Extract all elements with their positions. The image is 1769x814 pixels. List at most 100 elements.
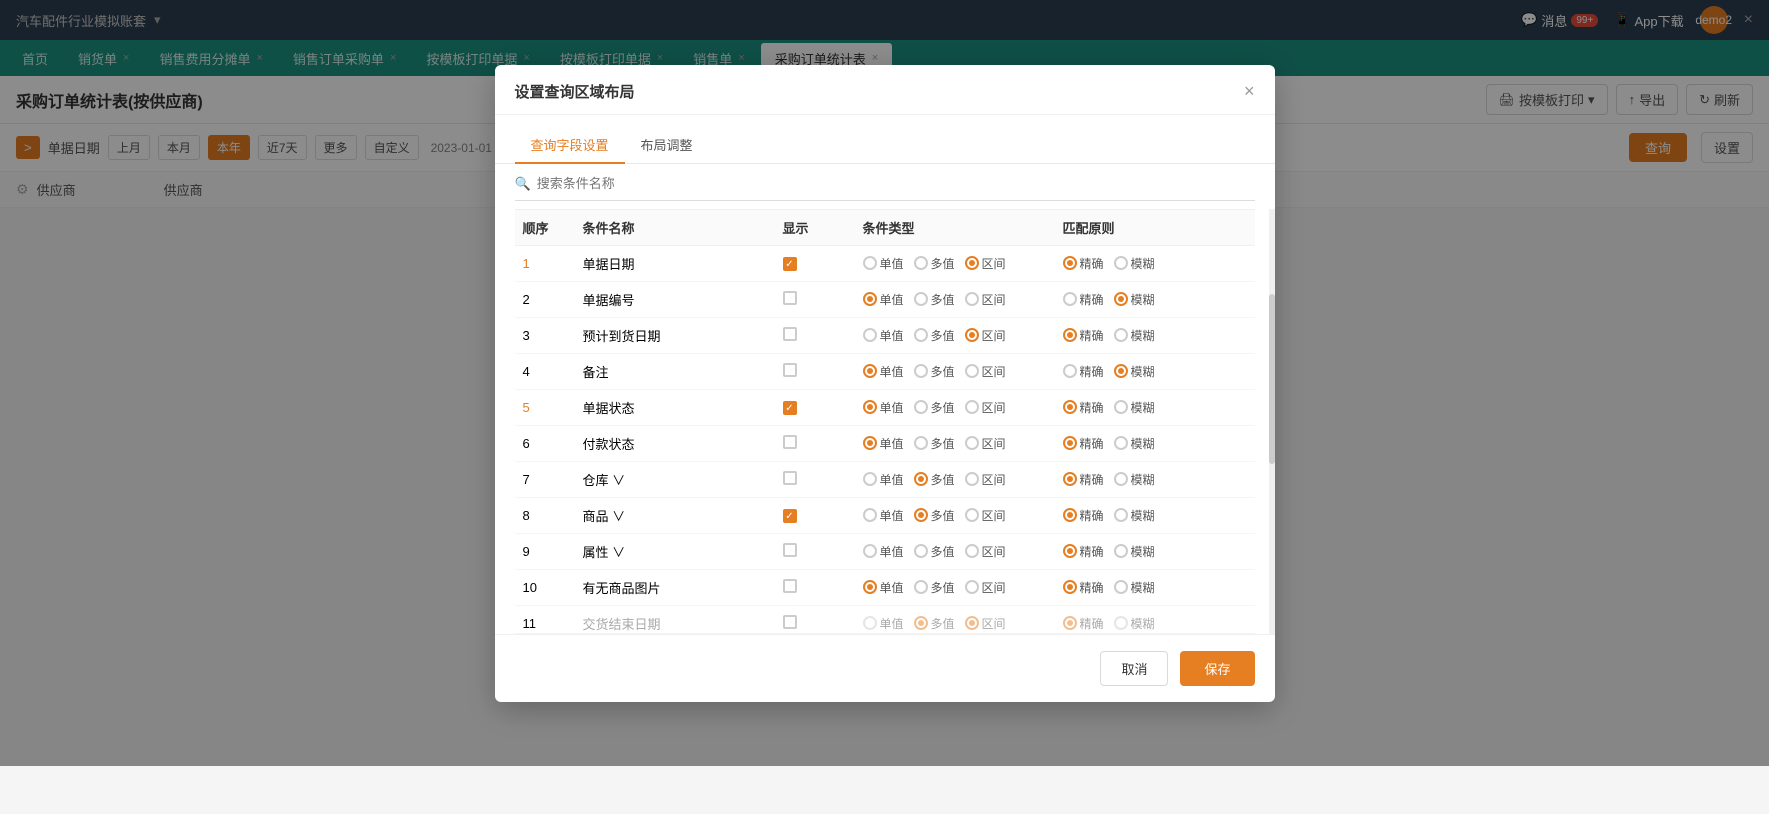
radio-range-11[interactable]: 区间 (965, 615, 1006, 632)
row-6-display[interactable] (775, 435, 855, 452)
dialog-footer: 取消 保存 (495, 634, 1275, 702)
radio-fuzzy-1[interactable]: 模糊 (1114, 255, 1155, 272)
radio-range-7[interactable]: 区间 (965, 471, 1006, 488)
radio-fuzzy-10[interactable]: 模糊 (1114, 579, 1155, 596)
radio-exact-3[interactable]: 精确 (1063, 327, 1104, 344)
radio-single-7[interactable]: 单值 (863, 471, 904, 488)
radio-single-8[interactable]: 单值 (863, 507, 904, 524)
radio-multi-1[interactable]: 多值 (914, 255, 955, 272)
radio-exact-6[interactable]: 精确 (1063, 435, 1104, 452)
row-4-display[interactable] (775, 363, 855, 380)
dialog-header: 设置查询区域布局 × (495, 65, 1275, 115)
row-1-display[interactable] (775, 255, 855, 272)
row-7-display[interactable] (775, 471, 855, 488)
radio-range-2[interactable]: 区间 (965, 291, 1006, 308)
radio-exact-1[interactable]: 精确 (1063, 255, 1104, 272)
row-8-name: 商品 ∨ (575, 506, 775, 525)
radio-exact-2[interactable]: 精确 (1063, 291, 1104, 308)
radio-fuzzy-3[interactable]: 模糊 (1114, 327, 1155, 344)
radio-single-10[interactable]: 单值 (863, 579, 904, 596)
scrollbar-track[interactable] (1269, 209, 1275, 634)
radio-fuzzy-6[interactable]: 模糊 (1114, 435, 1155, 452)
checkbox-7[interactable] (783, 471, 797, 485)
tab-query-fields[interactable]: 查询字段设置 (515, 127, 625, 164)
row-5-display[interactable] (775, 399, 855, 416)
checkbox-2[interactable] (783, 291, 797, 305)
radio-multi-4[interactable]: 多值 (914, 363, 955, 380)
radio-circle-checked (914, 616, 928, 630)
row-11-display[interactable] (775, 615, 855, 632)
radio-fuzzy-4[interactable]: 模糊 (1114, 363, 1155, 380)
radio-exact-8[interactable]: 精确 (1063, 507, 1104, 524)
checkbox-5[interactable] (783, 401, 797, 415)
row-8-display[interactable] (775, 507, 855, 524)
radio-fuzzy-7[interactable]: 模糊 (1114, 471, 1155, 488)
radio-exact-7[interactable]: 精确 (1063, 471, 1104, 488)
checkbox-1[interactable] (783, 257, 797, 271)
radio-range-9[interactable]: 区间 (965, 543, 1006, 560)
radio-multi-9[interactable]: 多值 (914, 543, 955, 560)
radio-range-8[interactable]: 区间 (965, 507, 1006, 524)
checkbox-4[interactable] (783, 363, 797, 377)
radio-range-10[interactable]: 区间 (965, 579, 1006, 596)
row-2-display[interactable] (775, 291, 855, 308)
radio-multi-11[interactable]: 多值 (914, 615, 955, 632)
row-10-display[interactable] (775, 579, 855, 596)
radio-single-4[interactable]: 单值 (863, 363, 904, 380)
row-1-match: 精确 模糊 (1055, 255, 1255, 272)
radio-range-5[interactable]: 区间 (965, 399, 1006, 416)
radio-single-1[interactable]: 单值 (863, 255, 904, 272)
radio-multi-2[interactable]: 多值 (914, 291, 955, 308)
checkbox-8[interactable] (783, 509, 797, 523)
radio-multi-10[interactable]: 多值 (914, 579, 955, 596)
radio-fuzzy-9[interactable]: 模糊 (1114, 543, 1155, 560)
radio-exact-5[interactable]: 精确 (1063, 399, 1104, 416)
radio-range-6[interactable]: 区间 (965, 435, 1006, 452)
radio-range-3[interactable]: 区间 (965, 327, 1006, 344)
radio-circle-checked (863, 580, 877, 594)
radio-multi-7[interactable]: 多值 (914, 471, 955, 488)
radio-multi-8[interactable]: 多值 (914, 507, 955, 524)
scrollbar-thumb[interactable] (1269, 294, 1275, 464)
radio-multi-3[interactable]: 多值 (914, 327, 955, 344)
row-3-name: 预计到货日期 (575, 326, 775, 345)
table-header: 顺序 条件名称 显示 条件类型 匹配原则 (515, 209, 1255, 246)
row-2-type: 单值 多值 区间 (855, 291, 1055, 308)
radio-exact-10[interactable]: 精确 (1063, 579, 1104, 596)
radio-circle (1114, 580, 1128, 594)
cancel-button[interactable]: 取消 (1100, 651, 1168, 686)
radio-circle (863, 472, 877, 486)
radio-single-11[interactable]: 单值 (863, 615, 904, 632)
table-row: 9 属性 ∨ 单值 多值 (515, 534, 1255, 570)
radio-single-9[interactable]: 单值 (863, 543, 904, 560)
checkbox-3[interactable] (783, 327, 797, 341)
radio-exact-11[interactable]: 精确 (1063, 615, 1104, 632)
checkbox-11[interactable] (783, 615, 797, 629)
radio-circle (965, 508, 979, 522)
checkbox-10[interactable] (783, 579, 797, 593)
radio-multi-6[interactable]: 多值 (914, 435, 955, 452)
radio-multi-5[interactable]: 多值 (914, 399, 955, 416)
search-input[interactable] (537, 176, 1255, 191)
radio-single-3[interactable]: 单值 (863, 327, 904, 344)
radio-fuzzy-11[interactable]: 模糊 (1114, 615, 1155, 632)
row-9-display[interactable] (775, 543, 855, 560)
save-button[interactable]: 保存 (1180, 651, 1254, 686)
radio-exact-9[interactable]: 精确 (1063, 543, 1104, 560)
radio-fuzzy-5[interactable]: 模糊 (1114, 399, 1155, 416)
radio-range-4[interactable]: 区间 (965, 363, 1006, 380)
radio-fuzzy-8[interactable]: 模糊 (1114, 507, 1155, 524)
radio-fuzzy-2[interactable]: 模糊 (1114, 291, 1155, 308)
row-9-name: 属性 ∨ (575, 542, 775, 561)
row-3-display[interactable] (775, 327, 855, 344)
checkbox-9[interactable] (783, 543, 797, 557)
checkbox-6[interactable] (783, 435, 797, 449)
radio-circle (863, 328, 877, 342)
radio-single-6[interactable]: 单值 (863, 435, 904, 452)
radio-single-2[interactable]: 单值 (863, 291, 904, 308)
radio-range-1[interactable]: 区间 (965, 255, 1006, 272)
radio-exact-4[interactable]: 精确 (1063, 363, 1104, 380)
tab-layout-adjust[interactable]: 布局调整 (625, 127, 709, 164)
dialog-close-button[interactable]: × (1244, 82, 1255, 100)
radio-single-5[interactable]: 单值 (863, 399, 904, 416)
